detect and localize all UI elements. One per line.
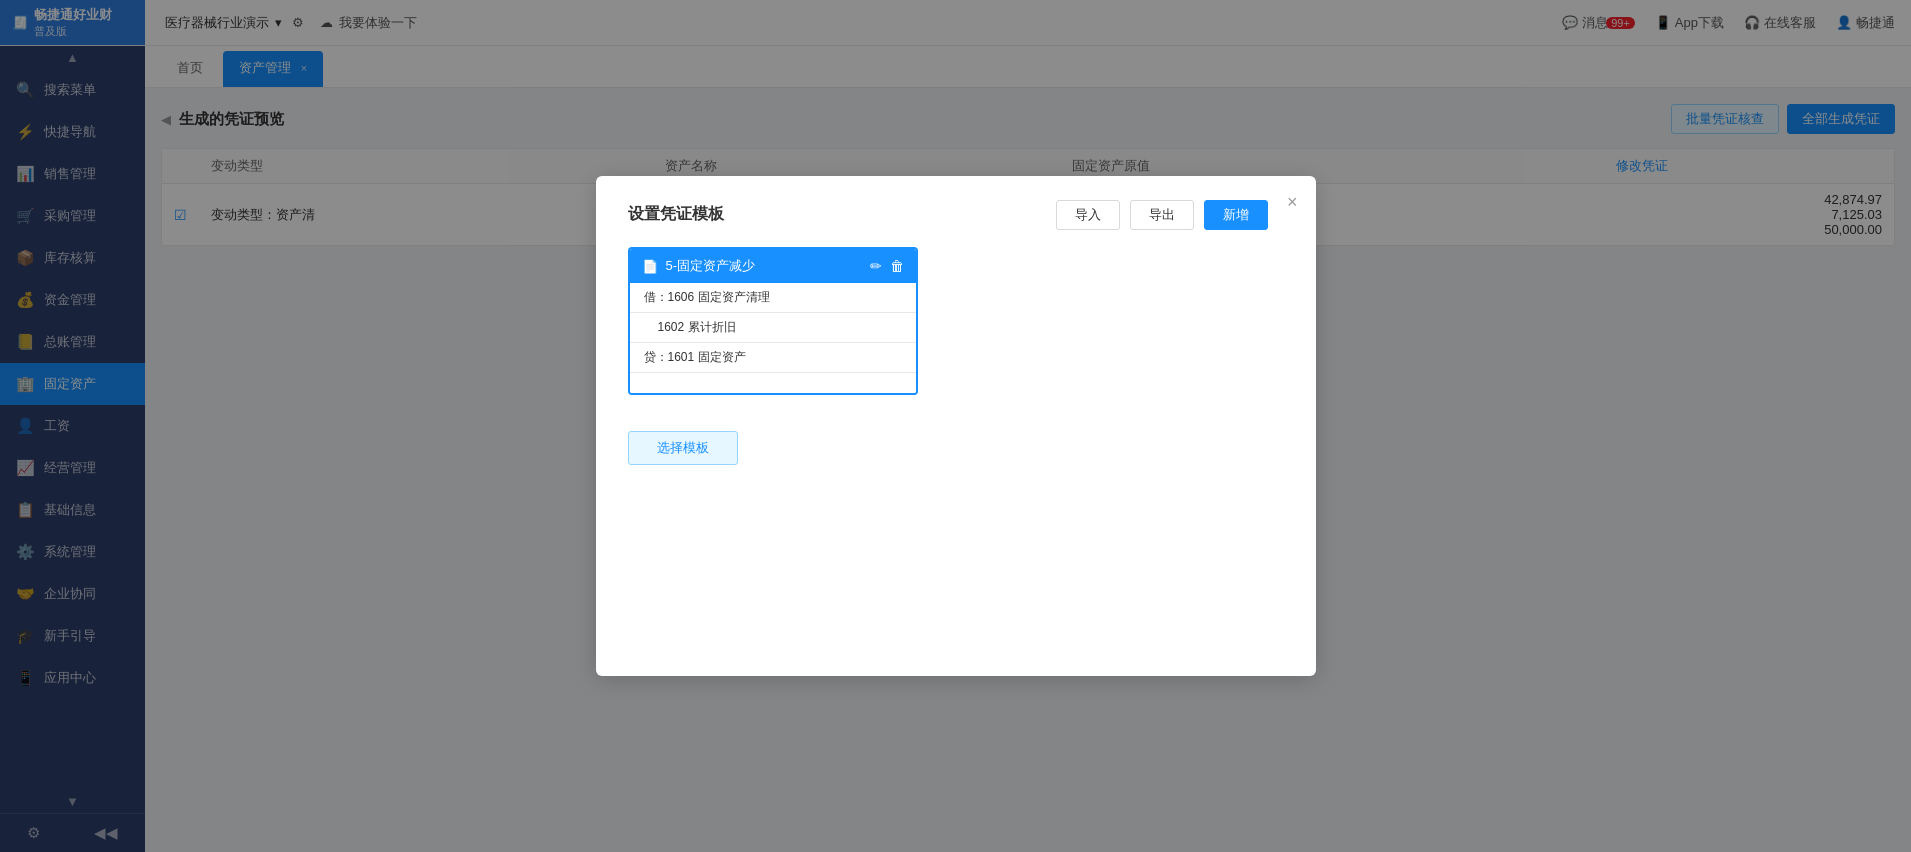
- template-entry-row: 1602 累计折旧: [630, 313, 916, 343]
- modal-set-voucher-template: × 设置凭证模板 导入 导出 新增 📄 5-固定资产减少 ✏ 🗑 借：1606 …: [596, 176, 1316, 676]
- template-empty-row: [630, 373, 916, 394]
- template-card: 📄 5-固定资产减少 ✏ 🗑 借：1606 固定资产清理 1602 累计折旧: [628, 247, 918, 395]
- template-document-icon: 📄: [642, 259, 658, 274]
- template-entry-direction3: 贷：1601 固定资产: [630, 343, 856, 373]
- template-edit-icon[interactable]: ✏: [870, 258, 882, 274]
- template-delete-icon[interactable]: 🗑: [890, 258, 904, 274]
- template-entry-row: 借：1606 固定资产清理: [630, 283, 916, 313]
- template-header-label: 5-固定资产减少: [666, 257, 756, 275]
- template-entry-credit3: [885, 343, 915, 373]
- template-entry-debit2: [855, 313, 885, 343]
- export-button[interactable]: 导出: [1130, 200, 1194, 230]
- new-button[interactable]: 新增: [1204, 200, 1268, 230]
- modal-action-buttons: 导入 导出 新增: [1056, 200, 1268, 230]
- template-header-icons: ✏ 🗑: [870, 258, 904, 274]
- template-entry-credit: [885, 283, 915, 313]
- modal-overlay: × 设置凭证模板 导入 导出 新增 📄 5-固定资产减少 ✏ 🗑 借：1606 …: [0, 0, 1911, 852]
- template-entry-credit2: [885, 313, 915, 343]
- select-template-button[interactable]: 选择模板: [628, 431, 738, 465]
- import-button[interactable]: 导入: [1056, 200, 1120, 230]
- select-template-area: 选择模板: [628, 413, 1284, 465]
- template-entry-debit: [855, 283, 885, 313]
- template-entry-direction: 借：1606 固定资产清理: [630, 283, 856, 313]
- template-entry-row: 贷：1601 固定资产: [630, 343, 916, 373]
- template-entry-debit3: [855, 343, 885, 373]
- template-entry-name2: 1602 累计折旧: [630, 313, 856, 343]
- template-card-header: 📄 5-固定资产减少 ✏ 🗑: [630, 249, 916, 283]
- modal-close-button[interactable]: ×: [1287, 192, 1298, 213]
- template-entries-table: 借：1606 固定资产清理 1602 累计折旧 贷：1601 固定资产: [630, 283, 916, 393]
